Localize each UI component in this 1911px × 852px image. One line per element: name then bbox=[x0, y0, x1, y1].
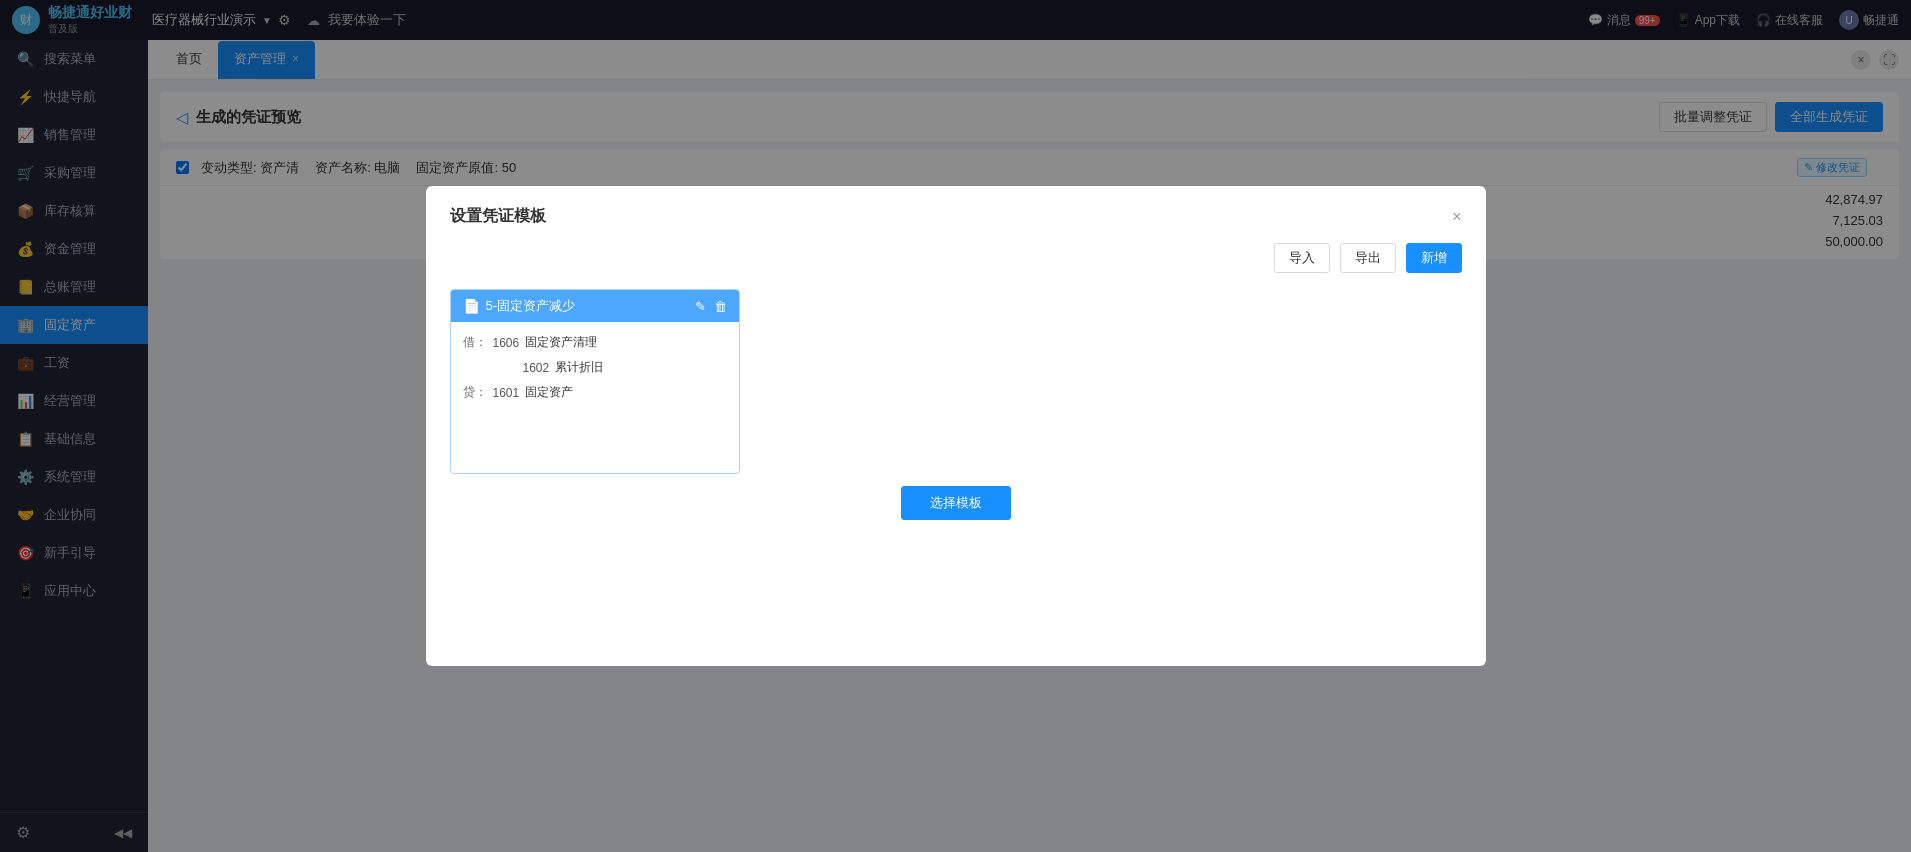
modal-dialog: 设置凭证模板 × 导入 导出 新增 📄 5-固定资产减少 ✎ 🗑 bbox=[426, 186, 1486, 666]
modal-header: 设置凭证模板 × bbox=[426, 186, 1486, 243]
template-row-3: 贷： 1601 固定资产 bbox=[451, 380, 739, 405]
new-btn[interactable]: 新增 bbox=[1406, 243, 1462, 273]
template-empty-rows bbox=[451, 405, 739, 465]
import-btn[interactable]: 导入 bbox=[1274, 243, 1330, 273]
template-card-actions: ✎ 🗑 bbox=[695, 299, 727, 314]
select-template-btn[interactable]: 选择模板 bbox=[901, 486, 1011, 520]
template-file-icon: 📄 bbox=[463, 298, 480, 314]
row-name-2: 累计折旧 bbox=[555, 359, 603, 376]
template-card: 📄 5-固定资产减少 ✎ 🗑 借： 1606 固定资产清理 bbox=[450, 289, 740, 474]
export-btn[interactable]: 导出 bbox=[1340, 243, 1396, 273]
template-name: 5-固定资产减少 bbox=[486, 297, 576, 315]
modal-body: 📄 5-固定资产减少 ✎ 🗑 借： 1606 固定资产清理 bbox=[426, 289, 1486, 544]
template-edit-icon[interactable]: ✎ bbox=[695, 299, 706, 314]
row-name-1: 固定资产清理 bbox=[525, 334, 597, 351]
select-template-area: 选择模板 bbox=[450, 486, 1462, 520]
row-code-1: 1606 bbox=[493, 336, 520, 350]
template-delete-icon[interactable]: 🗑 bbox=[714, 299, 727, 314]
template-row-1: 借： 1606 固定资产清理 bbox=[451, 330, 739, 355]
template-header-left: 📄 5-固定资产减少 bbox=[463, 297, 576, 315]
row-code-3: 1601 bbox=[493, 386, 520, 400]
template-card-header: 📄 5-固定资产减少 ✎ 🗑 bbox=[451, 290, 739, 322]
row-name-3: 固定资产 bbox=[525, 384, 573, 401]
modal-overlay[interactable]: 设置凭证模板 × 导入 导出 新增 📄 5-固定资产减少 ✎ 🗑 bbox=[0, 0, 1911, 852]
template-card-body: 借： 1606 固定资产清理 1602 累计折旧 贷： 1601 固定资产 bbox=[451, 322, 739, 473]
modal-title: 设置凭证模板 bbox=[450, 206, 546, 227]
row-type-3: 贷： bbox=[463, 384, 493, 401]
row-type-1: 借： bbox=[463, 334, 493, 351]
modal-toolbar: 导入 导出 新增 bbox=[426, 243, 1486, 289]
row-code-2: 1602 bbox=[523, 361, 550, 375]
template-row-2: 1602 累计折旧 bbox=[451, 355, 739, 380]
modal-close-btn[interactable]: × bbox=[1452, 208, 1461, 226]
